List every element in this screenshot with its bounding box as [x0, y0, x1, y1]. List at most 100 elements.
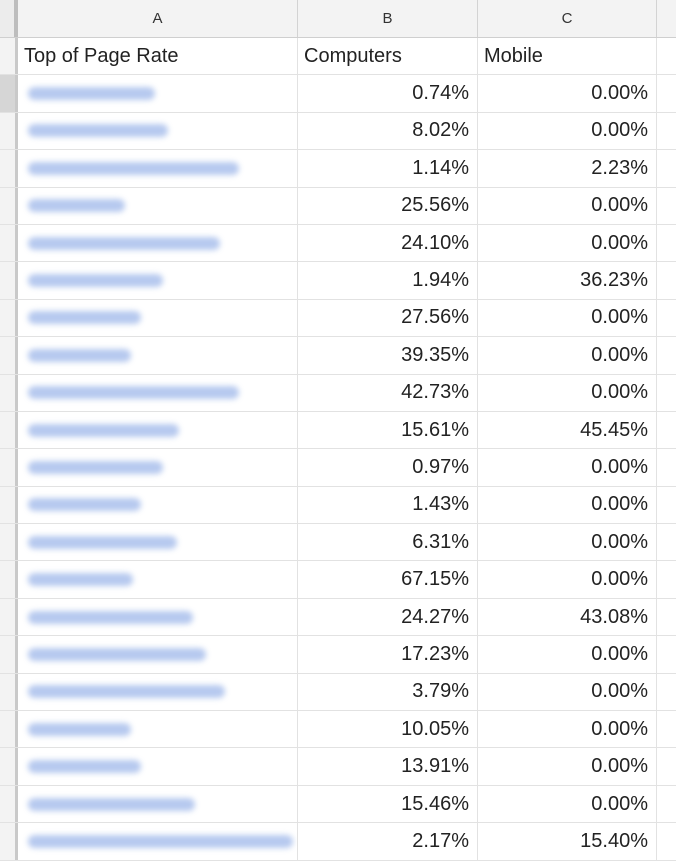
row-header[interactable] — [0, 374, 18, 411]
domain-cell[interactable] — [18, 636, 298, 673]
select-all-corner[interactable] — [0, 0, 18, 37]
domain-cell[interactable] — [18, 748, 298, 785]
row-header[interactable] — [0, 673, 18, 711]
mobile-cell[interactable]: 43.08% — [478, 598, 657, 636]
row-header[interactable] — [0, 449, 18, 486]
empty-cell[interactable] — [657, 375, 676, 411]
empty-cell[interactable] — [657, 786, 676, 822]
domain-cell[interactable] — [18, 299, 298, 337]
mobile-cell[interactable]: 15.40% — [478, 823, 657, 860]
computers-cell[interactable]: 42.73% — [298, 374, 478, 411]
empty-cell[interactable] — [657, 823, 676, 859]
computers-cell[interactable]: 3.79% — [298, 673, 478, 711]
computers-cell[interactable]: 2.17% — [298, 823, 478, 860]
domain-cell[interactable] — [18, 711, 298, 748]
cell-c1[interactable]: Mobile — [478, 38, 657, 75]
row-header[interactable] — [0, 38, 18, 75]
domain-cell[interactable] — [18, 337, 298, 374]
computers-cell[interactable]: 13.91% — [298, 748, 478, 785]
column-header-a[interactable]: A — [18, 0, 298, 37]
column-header-c[interactable]: C — [478, 0, 657, 37]
row-header[interactable] — [0, 75, 18, 112]
empty-cell[interactable] — [657, 75, 676, 111]
mobile-cell[interactable]: 0.00% — [478, 711, 657, 748]
row-header[interactable] — [0, 748, 18, 785]
row-header[interactable] — [0, 411, 18, 449]
mobile-cell[interactable]: 0.00% — [478, 299, 657, 337]
computers-cell[interactable]: 17.23% — [298, 636, 478, 673]
domain-cell[interactable] — [18, 374, 298, 411]
computers-cell[interactable]: 67.15% — [298, 561, 478, 598]
mobile-cell[interactable]: 0.00% — [478, 636, 657, 673]
mobile-cell[interactable]: 0.00% — [478, 224, 657, 262]
mobile-cell[interactable]: 0.00% — [478, 785, 657, 823]
mobile-cell[interactable]: 0.00% — [478, 486, 657, 524]
row-header[interactable] — [0, 823, 18, 860]
mobile-cell[interactable]: 0.00% — [478, 449, 657, 486]
empty-cell[interactable] — [657, 300, 676, 336]
mobile-cell[interactable]: 0.00% — [478, 561, 657, 598]
domain-cell[interactable] — [18, 411, 298, 449]
empty-cell[interactable] — [657, 262, 676, 298]
empty-cell[interactable] — [657, 561, 676, 597]
empty-cell[interactable] — [657, 487, 676, 523]
domain-cell[interactable] — [18, 112, 298, 150]
mobile-cell[interactable]: 45.45% — [478, 411, 657, 449]
empty-cell[interactable] — [657, 337, 676, 373]
empty-cell[interactable] — [657, 674, 676, 710]
mobile-cell[interactable]: 2.23% — [478, 150, 657, 187]
empty-cell[interactable] — [657, 412, 676, 448]
empty-cell[interactable] — [657, 711, 676, 747]
empty-cell[interactable] — [657, 748, 676, 784]
domain-cell[interactable] — [18, 524, 298, 561]
row-header[interactable] — [0, 299, 18, 337]
row-header[interactable] — [0, 112, 18, 150]
row-header[interactable] — [0, 636, 18, 673]
mobile-cell[interactable]: 36.23% — [478, 262, 657, 299]
computers-cell[interactable]: 1.14% — [298, 150, 478, 187]
computers-cell[interactable]: 39.35% — [298, 337, 478, 374]
computers-cell[interactable]: 15.46% — [298, 785, 478, 823]
computers-cell[interactable]: 25.56% — [298, 187, 478, 224]
computers-cell[interactable]: 8.02% — [298, 112, 478, 150]
row-header[interactable] — [0, 561, 18, 598]
mobile-cell[interactable]: 0.00% — [478, 187, 657, 224]
domain-cell[interactable] — [18, 224, 298, 262]
computers-cell[interactable]: 15.61% — [298, 411, 478, 449]
row-header[interactable] — [0, 187, 18, 224]
row-header[interactable] — [0, 262, 18, 299]
cell-d1[interactable] — [657, 38, 676, 74]
row-header[interactable] — [0, 524, 18, 561]
row-header[interactable] — [0, 785, 18, 823]
computers-cell[interactable]: 10.05% — [298, 711, 478, 748]
domain-cell[interactable] — [18, 449, 298, 486]
row-header[interactable] — [0, 150, 18, 187]
domain-cell[interactable] — [18, 150, 298, 187]
mobile-cell[interactable]: 0.00% — [478, 337, 657, 374]
empty-cell[interactable] — [657, 449, 676, 485]
mobile-cell[interactable]: 0.00% — [478, 673, 657, 711]
computers-cell[interactable]: 27.56% — [298, 299, 478, 337]
mobile-cell[interactable]: 0.00% — [478, 112, 657, 150]
column-header-d[interactable] — [657, 0, 676, 37]
column-header-b[interactable]: B — [298, 0, 478, 37]
computers-cell[interactable]: 6.31% — [298, 524, 478, 561]
computers-cell[interactable]: 1.94% — [298, 262, 478, 299]
cell-a1[interactable]: Top of Page Rate — [18, 38, 298, 75]
empty-cell[interactable] — [657, 524, 676, 560]
computers-cell[interactable]: 24.10% — [298, 224, 478, 262]
domain-cell[interactable] — [18, 187, 298, 224]
computers-cell[interactable]: 0.97% — [298, 449, 478, 486]
domain-cell[interactable] — [18, 262, 298, 299]
row-header[interactable] — [0, 711, 18, 748]
empty-cell[interactable] — [657, 636, 676, 672]
empty-cell[interactable] — [657, 150, 676, 186]
empty-cell[interactable] — [657, 599, 676, 635]
empty-cell[interactable] — [657, 225, 676, 261]
mobile-cell[interactable]: 0.00% — [478, 374, 657, 411]
domain-cell[interactable] — [18, 823, 298, 860]
domain-cell[interactable] — [18, 486, 298, 524]
cell-b1[interactable]: Computers — [298, 38, 478, 75]
row-header[interactable] — [0, 224, 18, 262]
row-header[interactable] — [0, 337, 18, 374]
